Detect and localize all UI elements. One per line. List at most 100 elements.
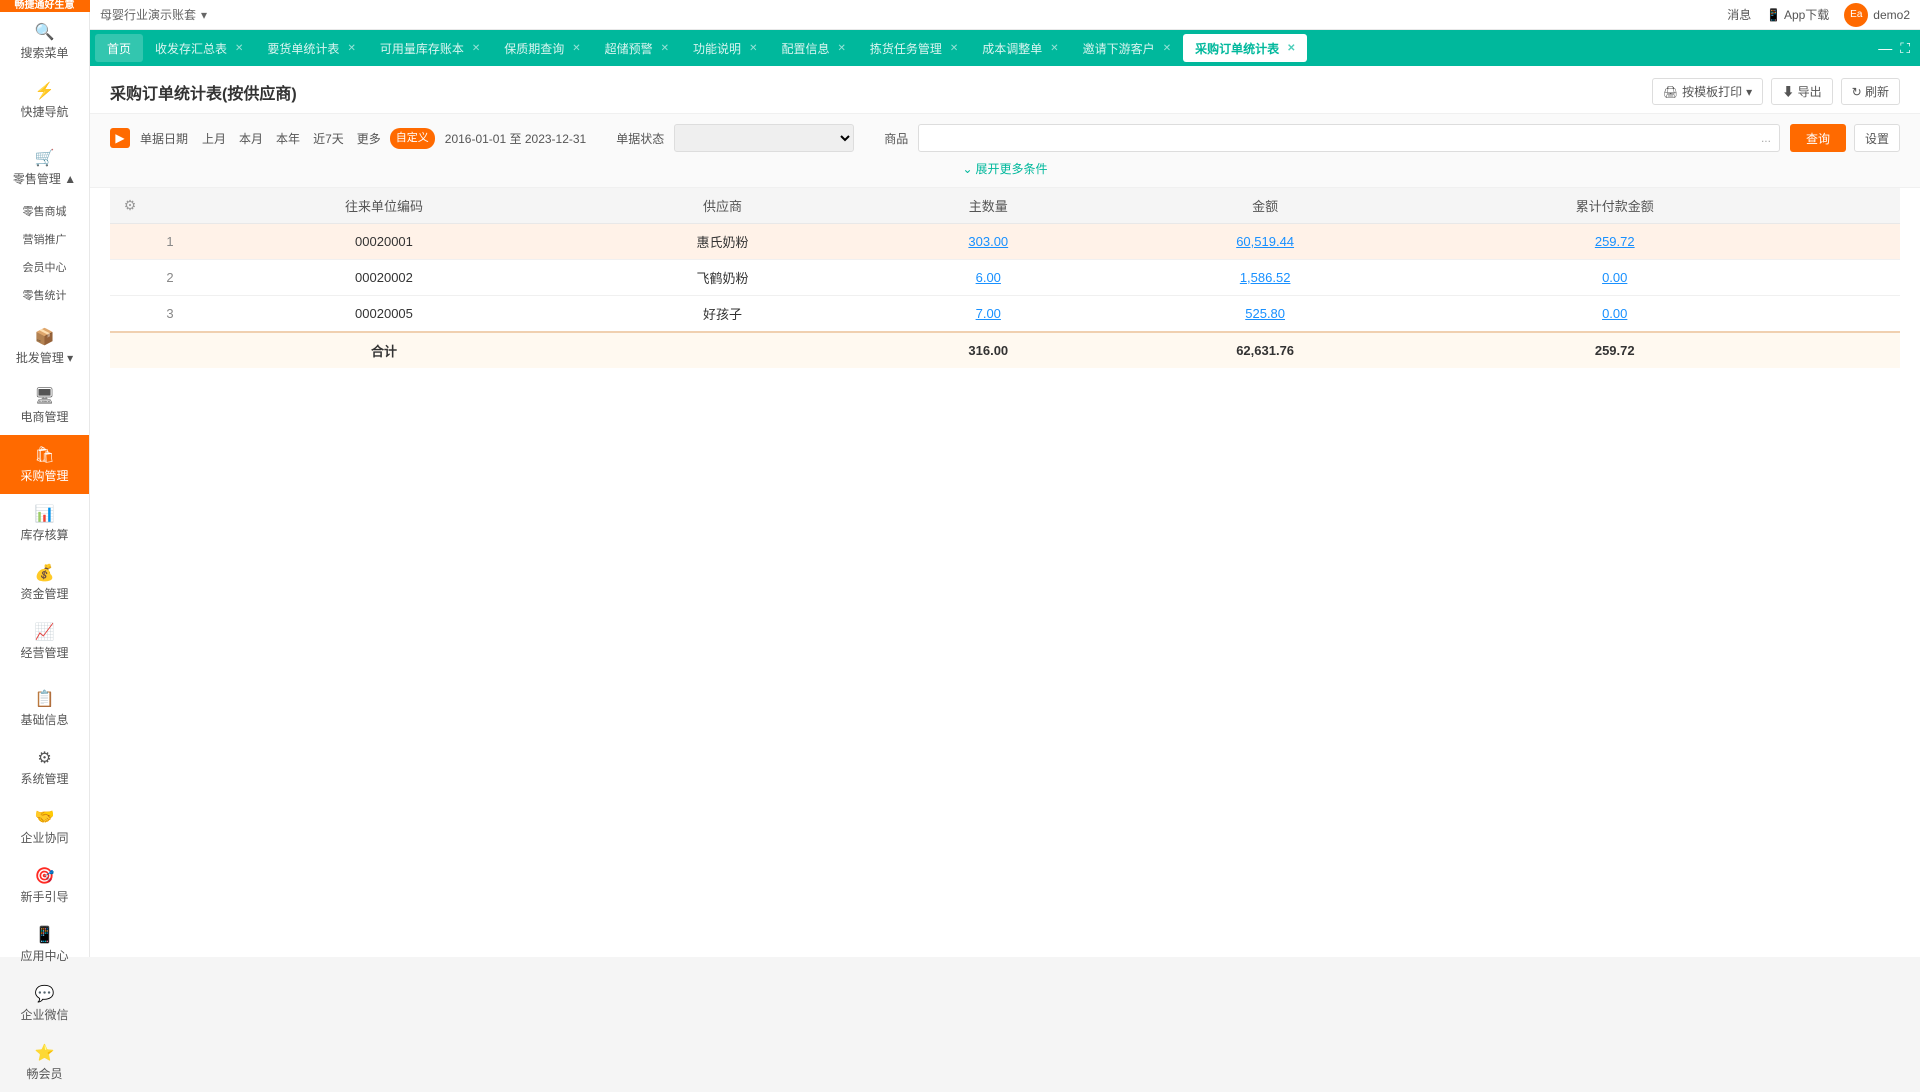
query-button[interactable]: 查询	[1790, 124, 1846, 152]
shortcut-7days[interactable]: 近7天	[309, 128, 348, 149]
tab-close-icon[interactable]: ✕	[950, 43, 958, 54]
sidebar-item-appcenter[interactable]: 📱 应用中心	[0, 915, 89, 974]
filter-settings-button[interactable]: 设置	[1854, 124, 1900, 152]
shortcut-more[interactable]: 更多	[353, 128, 385, 149]
tab-function-guide[interactable]: 功能说明 ✕	[681, 34, 769, 62]
sidebar-item-newguide[interactable]: 🎯 新手引导	[0, 856, 89, 915]
batch-icon: 📦	[35, 327, 55, 347]
table-row[interactable]: 2 00020002 飞鹤奶粉 6.00 1,586.52 0.00	[110, 260, 1900, 296]
custom-badge[interactable]: 自定义	[390, 128, 435, 149]
footer-paid-amount: 259.72	[1421, 332, 1809, 368]
row-paid-amount[interactable]: 259.72	[1421, 224, 1809, 260]
tab-close-icon[interactable]: ✕	[235, 43, 243, 54]
sidebar-item-system[interactable]: ⚙ 系统管理	[0, 738, 89, 797]
sidebar-item-retail-stat[interactable]: 零售统计	[0, 281, 89, 309]
filter-expand-button[interactable]: ▶	[110, 128, 130, 148]
print-dropdown-icon: ▾	[1746, 85, 1752, 99]
tab-label: 保质期查询	[504, 40, 564, 57]
sidebar-item-batch[interactable]: 📦 批发管理 ▾	[0, 317, 89, 376]
table-body: 1 00020001 惠氏奶粉 303.00 60,519.44 259.72 …	[110, 224, 1900, 333]
tab-home[interactable]: 首页	[95, 34, 143, 62]
tab-close-icon[interactable]: ✕	[749, 43, 757, 54]
message-link[interactable]: 消息	[1727, 6, 1751, 23]
tab-close-icon[interactable]: ✕	[661, 43, 669, 54]
tab-pick-task[interactable]: 拣货任务管理 ✕	[858, 34, 970, 62]
tab-label: 配置信息	[781, 40, 829, 57]
tab-available-stock[interactable]: 可用量库存账本 ✕	[368, 34, 492, 62]
window-controls: — ⛶	[1873, 40, 1915, 57]
tab-label: 邀请下游客户	[1083, 40, 1155, 57]
tab-receive-summary[interactable]: 收发存汇总表 ✕	[143, 34, 255, 62]
shortcut-last-month[interactable]: 上月	[198, 128, 230, 149]
col-main-qty-header: 主数量	[867, 188, 1109, 224]
logo-text: 畅捷通好生意	[15, 0, 75, 12]
shortcut-this-year[interactable]: 本年	[272, 128, 304, 149]
row-paid-amount[interactable]: 0.00	[1421, 260, 1809, 296]
sidebar-item-retail-mall[interactable]: 零售商城	[0, 197, 89, 225]
sidebar-item-stock[interactable]: 📊 库存核算	[0, 494, 89, 553]
tab-close-icon[interactable]: ✕	[572, 43, 580, 54]
sidebar-item-finance[interactable]: 💰 资金管理	[0, 553, 89, 612]
row-main-qty[interactable]: 6.00	[867, 260, 1109, 296]
window-minimize-btn[interactable]: —	[1878, 40, 1892, 56]
tab-close-icon[interactable]: ✕	[837, 43, 845, 54]
refresh-button[interactable]: ↻ 刷新	[1841, 78, 1900, 105]
tab-invite-customer[interactable]: 邀请下游客户 ✕	[1071, 34, 1183, 62]
table-row[interactable]: 1 00020001 惠氏奶粉 303.00 60,519.44 259.72	[110, 224, 1900, 260]
footer-settings	[110, 332, 150, 368]
row-main-qty[interactable]: 7.00	[867, 296, 1109, 333]
goods-more-button[interactable]: ...	[1761, 131, 1771, 145]
sidebar-item-marketing[interactable]: 营销推广	[0, 225, 89, 253]
tab-overstock-warning[interactable]: 超储预警 ✕	[593, 34, 681, 62]
export-button[interactable]: ⬇ 导出	[1771, 78, 1832, 105]
row-amount[interactable]: 525.80	[1110, 296, 1421, 333]
tab-cost-adjust[interactable]: 成本调整单 ✕	[970, 34, 1070, 62]
table-row[interactable]: 3 00020005 好孩子 7.00 525.80 0.00	[110, 296, 1900, 333]
sidebar-item-label: 零售统计	[23, 287, 67, 303]
row-amount[interactable]: 1,586.52	[1110, 260, 1421, 296]
goods-input[interactable]	[927, 131, 1761, 145]
footer-amount: 62,631.76	[1110, 332, 1421, 368]
tab-expiry-query[interactable]: 保质期查询 ✕	[492, 34, 592, 62]
status-select[interactable]: 全部 草稿 已提交	[674, 124, 854, 152]
expand-more-button[interactable]: ⌄ 展开更多条件	[962, 160, 1047, 177]
workspace-dropdown-icon[interactable]: ▾	[201, 8, 207, 22]
stock-icon: 📊	[35, 504, 55, 524]
sidebar-item-label: 资金管理	[20, 585, 68, 602]
tab-goods-stat[interactable]: 要货单统计表 ✕	[255, 34, 367, 62]
tab-close-icon[interactable]: ✕	[1287, 43, 1295, 54]
retail-icon: 🛒	[35, 148, 55, 168]
page-header: 采购订单统计表(按供应商) 🖨 按模板打印 ▾ ⬇ 导出 ↻ 刷新	[90, 66, 1920, 114]
tab-label: 可用量库存账本	[380, 40, 464, 57]
tab-purchase-stat[interactable]: 采购订单统计表 ✕	[1183, 34, 1307, 62]
column-settings-icon[interactable]: ⚙	[124, 197, 137, 213]
sidebar-item-retail[interactable]: 🛒 零售管理 ▲	[0, 138, 89, 197]
tab-close-icon[interactable]: ✕	[472, 43, 480, 54]
sidebar-item-search[interactable]: 🔍 搜索菜单	[0, 12, 89, 71]
row-paid-amount[interactable]: 0.00	[1421, 296, 1809, 333]
row-main-qty[interactable]: 303.00	[867, 224, 1109, 260]
tab-config-info[interactable]: 配置信息 ✕	[769, 34, 857, 62]
shortcut-this-month[interactable]: 本月	[235, 128, 267, 149]
user-info[interactable]: Ea demo2	[1844, 3, 1910, 27]
tab-close-icon[interactable]: ✕	[1163, 43, 1171, 54]
app-download-link[interactable]: 📱 App下载	[1766, 6, 1829, 23]
print-button[interactable]: 🖨 按模板打印 ▾	[1652, 78, 1763, 105]
sidebar-item-ecommerce[interactable]: 🖥 电商管理	[0, 376, 89, 435]
tab-close-icon[interactable]: ✕	[1050, 43, 1058, 54]
sidebar-item-wechat[interactable]: 💬 企业微信	[0, 974, 89, 1033]
window-maximize-btn[interactable]: ⛶	[1900, 40, 1910, 57]
sidebar-item-member2[interactable]: ⭐ 畅会员	[0, 1033, 89, 1092]
sidebar-item-quicknav[interactable]: ⚡ 快捷导航	[0, 71, 89, 130]
sidebar-item-operation[interactable]: 📈 经营管理	[0, 612, 89, 671]
sidebar-item-basic[interactable]: 📋 基础信息	[0, 679, 89, 738]
row-index: 3	[150, 296, 190, 333]
tab-close-icon[interactable]: ✕	[347, 43, 355, 54]
sidebar-item-member[interactable]: 会员中心	[0, 253, 89, 281]
export-icon: ⬇	[1782, 85, 1794, 99]
member2-icon: ⭐	[35, 1043, 55, 1063]
row-amount[interactable]: 60,519.44	[1110, 224, 1421, 260]
sidebar-item-purchase[interactable]: 🛍 采购管理	[0, 435, 89, 494]
expand-more-icon: ⌄	[962, 162, 972, 176]
sidebar-item-enterprise[interactable]: 🤝 企业协同	[0, 797, 89, 856]
